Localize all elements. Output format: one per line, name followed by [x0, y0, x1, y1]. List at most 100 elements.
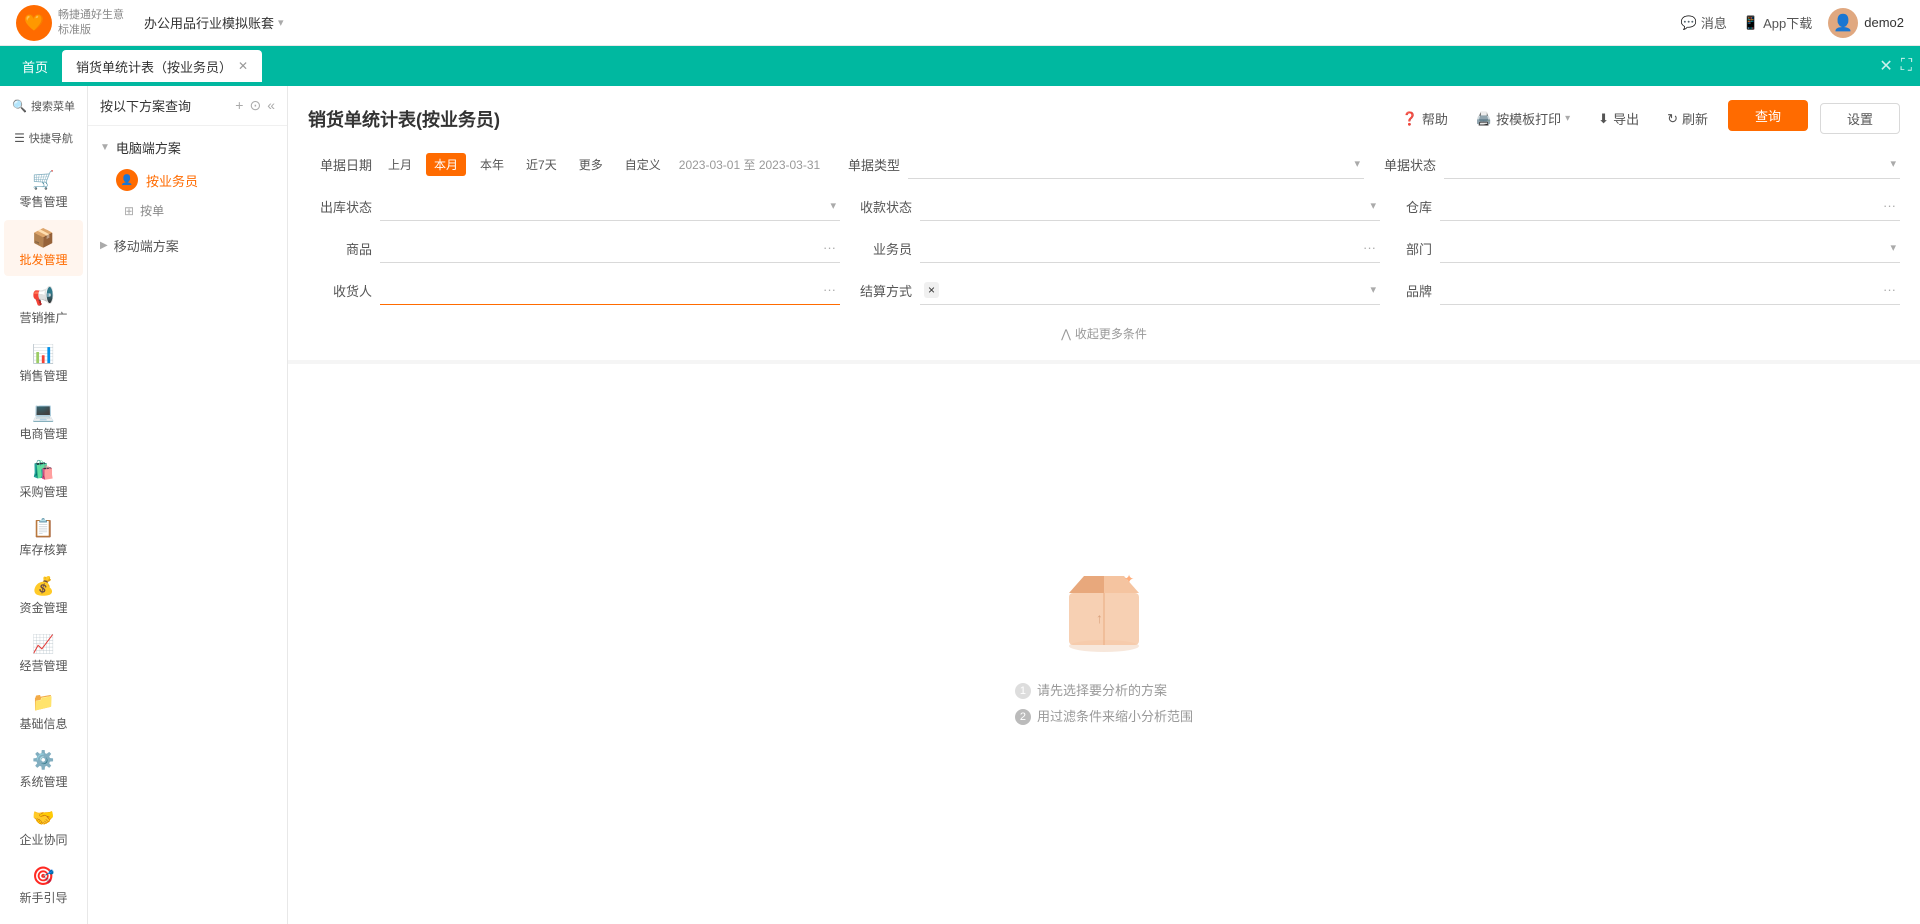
collection-status-control[interactable]: ▾ — [920, 191, 1380, 221]
salesperson-control[interactable]: ··· — [920, 233, 1380, 263]
goods-dots: ··· — [823, 240, 836, 255]
out-status-label: 出库状态 — [308, 197, 380, 216]
left-panel-actions: + ⊙ « — [235, 97, 275, 114]
doc-type-control[interactable]: ▾ — [908, 149, 1364, 179]
payment-label: 结算方式 — [840, 281, 920, 300]
close-window-icon[interactable]: ✕ — [1879, 56, 1892, 76]
quick-nav-btn[interactable]: ☰ 快捷导航 — [0, 126, 87, 150]
nav-title[interactable]: 办公用品行业模拟账套 ▾ — [144, 13, 284, 32]
filter-row-3: 商品 ··· 业务员 ··· 部门 ▾ — [308, 233, 1900, 263]
refresh-btn[interactable]: ↻ 刷新 — [1659, 105, 1716, 132]
help-btn[interactable]: ❓ 帮助 — [1394, 105, 1456, 132]
tip-num-1: 1 — [1015, 683, 1031, 699]
tab-home[interactable]: 首页 — [8, 50, 62, 82]
logo-area[interactable]: 🧡 畅捷通好生意 标准版 — [16, 5, 124, 41]
out-status-arrow: ▾ — [830, 199, 836, 212]
collection-status-label: 收款状态 — [840, 197, 920, 216]
tab-sales-stat[interactable]: 销货单统计表（按业务员） ✕ — [62, 50, 262, 82]
date-btn-last-month[interactable]: 上月 — [380, 153, 420, 176]
sidebar-item-marketing[interactable]: 📢 营销推广 — [4, 278, 83, 334]
sidebar-item-wholesale[interactable]: 📦 批发管理 — [4, 220, 83, 276]
empty-tips: 1 请先选择要分析的方案 2 用过滤条件来缩小分析范围 — [1015, 678, 1193, 730]
payment-control[interactable]: × ▾ — [920, 275, 1380, 305]
sidebar-item-finance[interactable]: 💰 资金管理 — [4, 568, 83, 624]
header-right: 💬 消息 📱 App下载 👤 demo2 — [1681, 8, 1904, 38]
tab-close-icon[interactable]: ✕ — [238, 59, 248, 73]
sidebar-item-inventory[interactable]: 📋 库存核算 — [4, 510, 83, 566]
warehouse-control[interactable]: ··· — [1440, 191, 1900, 221]
doc-status-label: 单据状态 — [1364, 155, 1444, 174]
mobile-scheme-header[interactable]: ▶ 移动端方案 — [88, 230, 287, 261]
ecommerce-icon: 💻 — [32, 402, 54, 423]
sidebar-item-operations[interactable]: 📈 经营管理 — [4, 626, 83, 682]
date-btn-more[interactable]: 更多 — [571, 153, 611, 176]
brand-label: 品牌 — [1380, 281, 1440, 300]
empty-illustration: ✦ ↑ — [1044, 558, 1164, 658]
message-btn[interactable]: 💬 消息 — [1681, 13, 1727, 32]
date-btn-this-month[interactable]: 本月 — [426, 153, 466, 176]
sidebar-item-system[interactable]: ⚙️ 系统管理 — [4, 742, 83, 798]
app-download-btn[interactable]: 📱 App下载 — [1743, 13, 1812, 32]
page-title-actions: ❓ 帮助 🖨️ 按模板打印 ▾ ⬇ 导出 ↻ 刷新 — [1394, 100, 1900, 137]
expand-window-icon[interactable]: ⛶ — [1901, 57, 1912, 75]
collapse-panel-btn[interactable]: « — [267, 97, 275, 114]
sidebar-item-newbie[interactable]: 🎯 新手引导 — [4, 858, 83, 914]
export-btn[interactable]: ⬇ 导出 — [1590, 105, 1647, 132]
left-panel-title: 按以下方案查询 — [100, 96, 191, 115]
sidebar-item-ecommerce[interactable]: 💻 电商管理 — [4, 394, 83, 450]
sidebar-item-sales[interactable]: 📊 销售管理 — [4, 336, 83, 392]
desktop-scheme-header[interactable]: ▼ 电脑端方案 — [88, 132, 287, 163]
scheme-item-salesperson[interactable]: 👤 按业务员 — [88, 163, 287, 197]
payment-tag: × — [924, 282, 939, 298]
add-scheme-btn[interactable]: + — [235, 97, 243, 114]
collection-status-arrow: ▾ — [1370, 199, 1376, 212]
finance-icon: 💰 — [32, 576, 54, 597]
sidebar-item-retail[interactable]: 🛒 零售管理 — [4, 162, 83, 218]
user-avatar-area[interactable]: 👤 demo2 — [1828, 8, 1904, 38]
goods-label: 商品 — [308, 239, 380, 258]
goods-control[interactable]: ··· — [380, 233, 840, 263]
dept-label: 部门 — [1380, 239, 1440, 258]
user-name: demo2 — [1864, 15, 1904, 30]
sidebar-item-enterprise[interactable]: 🤝 企业协同 — [4, 800, 83, 856]
dept-arrow: ▾ — [1890, 241, 1896, 254]
date-btn-7days[interactable]: 近7天 — [518, 153, 565, 176]
recipient-control[interactable]: ··· — [380, 275, 840, 305]
dept-control[interactable]: ▾ — [1440, 233, 1900, 263]
search-menu-btn[interactable]: 🔍 搜索菜单 — [8, 94, 79, 118]
sidebar-item-basic[interactable]: 📁 基础信息 — [4, 684, 83, 740]
sidebar-item-purchase[interactable]: 🛍️ 采购管理 — [4, 452, 83, 508]
tab-bar-right: ✕ ⛶ — [1879, 56, 1912, 76]
basic-icon: 📁 — [32, 692, 54, 713]
filter-row-4: 收货人 ··· 结算方式 × ▾ 品牌 ··· — [308, 275, 1900, 305]
query-btn[interactable]: 查询 — [1728, 100, 1808, 131]
sidebar-item-appstore[interactable]: 🔷 应用中心 — [4, 916, 83, 924]
logo-text: 畅捷通好生意 标准版 — [58, 8, 124, 37]
empty-tip-1: 1 请先选择要分析的方案 — [1015, 678, 1193, 704]
out-status-control[interactable]: ▾ — [380, 191, 840, 221]
salesperson-dots: ··· — [1363, 240, 1376, 255]
print-btn[interactable]: 🖨️ 按模板打印 ▾ — [1468, 105, 1578, 132]
date-btn-custom[interactable]: 自定义 — [617, 153, 669, 176]
settings-btn[interactable]: 设置 — [1820, 103, 1900, 134]
nav-icon: ☰ — [14, 131, 25, 145]
empty-state: ✦ ↑ 1 请先选择要分析的方案 2 用过滤条件来缩小分析范围 — [288, 364, 1920, 924]
operations-icon: 📈 — [32, 634, 54, 655]
settings-scheme-btn[interactable]: ⊙ — [249, 97, 261, 114]
help-icon: ❓ — [1402, 111, 1418, 127]
filter-area: 销货单统计表(按业务员) ❓ 帮助 🖨️ 按模板打印 ▾ ⬇ 导出 — [288, 86, 1920, 360]
refresh-icon: ↻ — [1667, 111, 1678, 127]
print-dropdown-icon: ▾ — [1565, 113, 1570, 124]
collapse-btn[interactable]: ⋀ 收起更多条件 — [308, 317, 1900, 346]
doc-status-control[interactable]: ▾ — [1444, 149, 1900, 179]
enterprise-icon: 🤝 — [32, 808, 54, 829]
brand-control[interactable]: ··· — [1440, 275, 1900, 305]
scheme-sub-item-by-doc[interactable]: ⊞ 按单 — [88, 197, 287, 224]
svg-text:↑: ↑ — [1096, 610, 1103, 626]
mobile-arrow-icon: ▶ — [100, 240, 108, 251]
empty-svg: ✦ ↑ — [1044, 558, 1164, 658]
date-btn-this-year[interactable]: 本年 — [472, 153, 512, 176]
wholesale-icon: 📦 — [32, 228, 54, 249]
header-left: 🧡 畅捷通好生意 标准版 办公用品行业模拟账套 ▾ — [16, 5, 284, 41]
date-label: 单据日期 — [308, 155, 380, 174]
